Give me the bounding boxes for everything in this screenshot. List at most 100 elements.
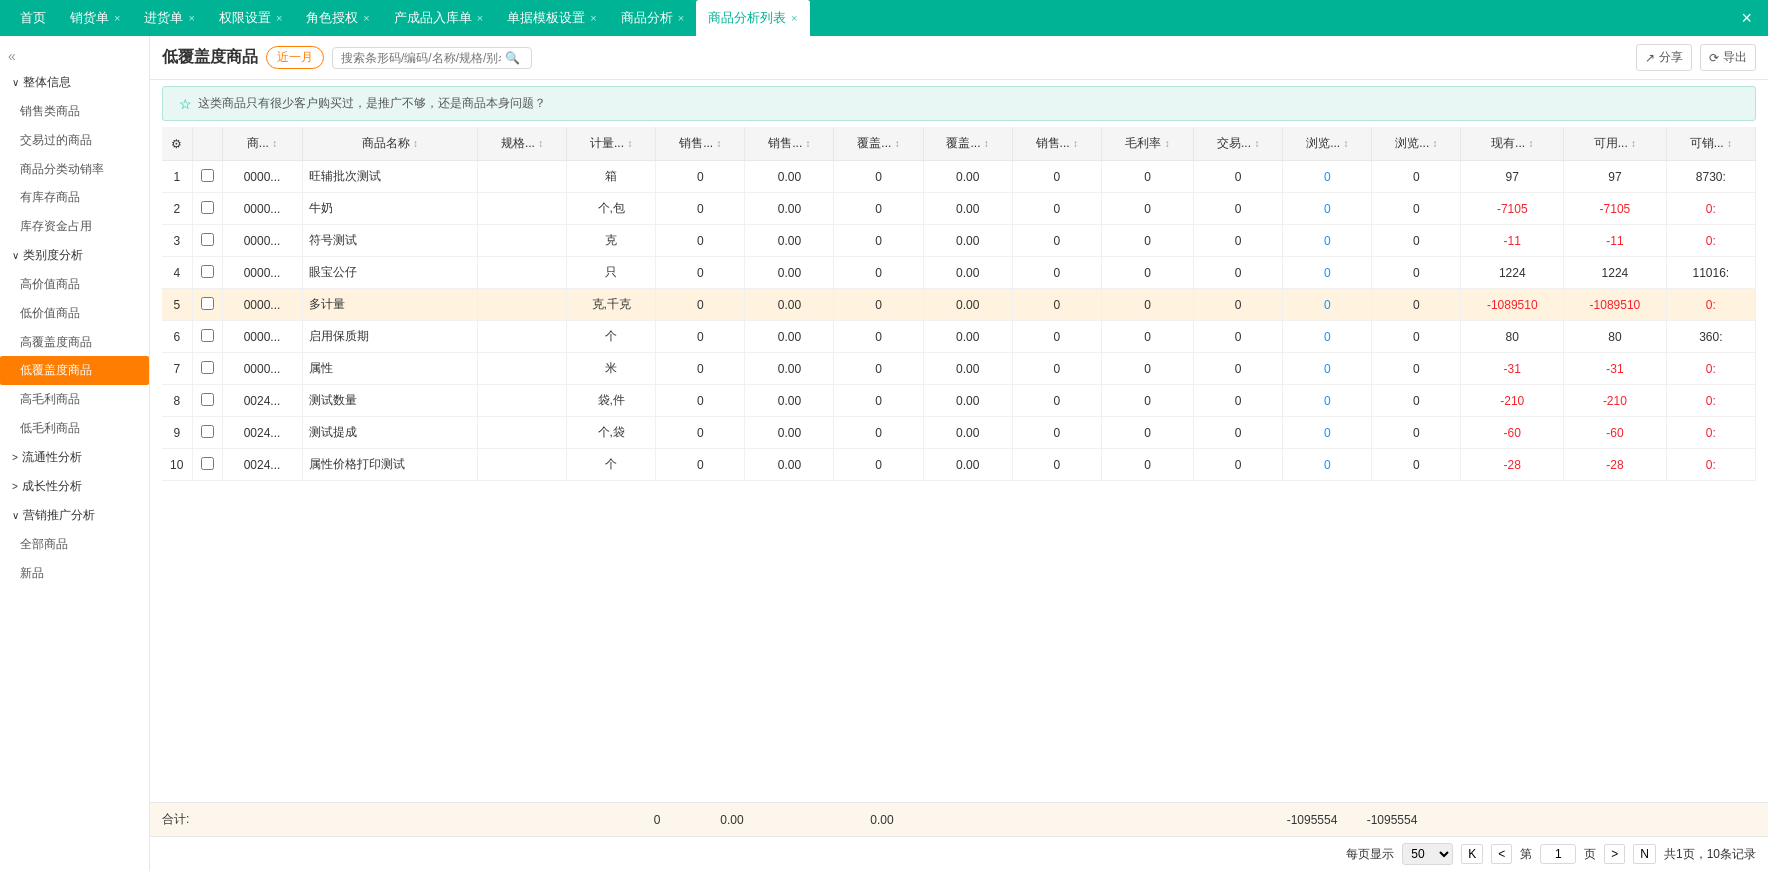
- row-num: 4: [162, 257, 192, 289]
- per-page-select[interactable]: 50 20 100 200: [1402, 843, 1453, 865]
- total-label: 合计:: [162, 811, 222, 828]
- close-icon[interactable]: ×: [791, 12, 797, 24]
- row-browse1[interactable]: 0: [1283, 161, 1372, 193]
- row-browse1[interactable]: 0: [1283, 449, 1372, 481]
- sidebar-item-low-coverage[interactable]: 低覆盖度商品: [0, 356, 149, 385]
- row-browse1[interactable]: 0: [1283, 289, 1372, 321]
- chevron-right-icon: >: [12, 452, 18, 463]
- nav-sales[interactable]: 销货单 ×: [58, 0, 132, 36]
- row-browse1[interactable]: 0: [1283, 225, 1372, 257]
- col-browse1[interactable]: 浏览... ↕: [1283, 127, 1372, 161]
- sidebar-item-traded-goods[interactable]: 交易过的商品: [0, 126, 149, 155]
- last-page-btn[interactable]: N: [1633, 844, 1656, 864]
- sidebar-section-category[interactable]: ∨ 类别度分析: [0, 241, 149, 270]
- nav-analysis-list[interactable]: 商品分析列表 ×: [696, 0, 809, 36]
- col-current[interactable]: 现有... ↕: [1461, 127, 1564, 161]
- nav-product-inbound[interactable]: 产成品入库单 ×: [382, 0, 495, 36]
- share-button[interactable]: ↗ 分享: [1636, 44, 1692, 71]
- row-trade: 0: [1194, 193, 1283, 225]
- sidebar-item-category-rate[interactable]: 商品分类动销率: [0, 155, 149, 184]
- col-sales3[interactable]: 销售... ↕: [1012, 127, 1101, 161]
- col-spec[interactable]: 规格... ↕: [478, 127, 567, 161]
- col-cover1[interactable]: 覆盖... ↕: [834, 127, 923, 161]
- row-checkbox[interactable]: [192, 289, 222, 321]
- row-browse1[interactable]: 0: [1283, 321, 1372, 353]
- row-checkbox[interactable]: [192, 353, 222, 385]
- close-icon[interactable]: ×: [114, 12, 120, 24]
- row-checkbox[interactable]: [192, 449, 222, 481]
- close-icon[interactable]: ×: [678, 12, 684, 24]
- sidebar-item-low-value[interactable]: 低价值商品: [0, 299, 149, 328]
- first-page-btn[interactable]: K: [1461, 844, 1483, 864]
- row-browse1[interactable]: 0: [1283, 193, 1372, 225]
- sidebar-collapse-btn[interactable]: «: [8, 48, 16, 64]
- row-browse1[interactable]: 0: [1283, 257, 1372, 289]
- next-page-btn[interactable]: >: [1604, 844, 1625, 864]
- sidebar-section-overall[interactable]: ∨ 整体信息: [0, 68, 149, 97]
- col-code[interactable]: 商... ↕: [222, 127, 302, 161]
- row-checkbox[interactable]: [192, 225, 222, 257]
- sidebar-item-high-margin[interactable]: 高毛利商品: [0, 385, 149, 414]
- main-layout: « ∨ 整体信息 销售类商品 交易过的商品 商品分类动销率 有库存商品 库存资金…: [0, 36, 1768, 871]
- row-saleable: 0:: [1666, 385, 1755, 417]
- sidebar-section-marketing[interactable]: ∨ 营销推广分析: [0, 501, 149, 530]
- row-sales2: 0.00: [745, 385, 834, 417]
- export-icon: ⟳: [1709, 51, 1719, 65]
- search-icon[interactable]: 🔍: [505, 51, 520, 65]
- sidebar-item-capital[interactable]: 库存资金占用: [0, 212, 149, 241]
- nav-role[interactable]: 角色授权 ×: [294, 0, 381, 36]
- col-name[interactable]: 商品名称 ↕: [302, 127, 478, 161]
- row-gross-rate: 0: [1101, 417, 1193, 449]
- row-checkbox[interactable]: [192, 417, 222, 449]
- page-number-input[interactable]: [1540, 844, 1576, 864]
- close-icon[interactable]: ×: [276, 12, 282, 24]
- col-trade[interactable]: 交易... ↕: [1194, 127, 1283, 161]
- sidebar-item-high-value[interactable]: 高价值商品: [0, 270, 149, 299]
- row-browse1[interactable]: 0: [1283, 417, 1372, 449]
- col-unit[interactable]: 计量... ↕: [567, 127, 656, 161]
- row-saleable: 0:: [1666, 193, 1755, 225]
- row-code: 0000...: [222, 289, 302, 321]
- col-cover2[interactable]: 覆盖... ↕: [923, 127, 1012, 161]
- row-browse1[interactable]: 0: [1283, 353, 1372, 385]
- row-checkbox[interactable]: [192, 321, 222, 353]
- col-browse2[interactable]: 浏览... ↕: [1372, 127, 1461, 161]
- col-saleable[interactable]: 可销... ↕: [1666, 127, 1755, 161]
- sidebar-item-high-coverage[interactable]: 高覆盖度商品: [0, 328, 149, 357]
- sidebar-item-all-goods[interactable]: 全部商品: [0, 530, 149, 559]
- row-cover2: 0.00: [923, 353, 1012, 385]
- col-available[interactable]: 可用... ↕: [1564, 127, 1667, 161]
- close-icon[interactable]: ×: [477, 12, 483, 24]
- sidebar-item-low-margin[interactable]: 低毛利商品: [0, 414, 149, 443]
- row-checkbox[interactable]: [192, 385, 222, 417]
- close-icon[interactable]: ×: [590, 12, 596, 24]
- row-code: 0000...: [222, 257, 302, 289]
- row-checkbox[interactable]: [192, 257, 222, 289]
- nav-analysis[interactable]: 商品分析 ×: [609, 0, 696, 36]
- close-icon[interactable]: ×: [363, 12, 369, 24]
- filter-button[interactable]: 近一月: [266, 46, 324, 69]
- nav-home[interactable]: 首页: [8, 0, 58, 36]
- row-browse1[interactable]: 0: [1283, 385, 1372, 417]
- row-current: 1224: [1461, 257, 1564, 289]
- sidebar-section-flow[interactable]: > 流通性分析: [0, 443, 149, 472]
- row-checkbox[interactable]: [192, 193, 222, 225]
- sidebar-item-new-goods[interactable]: 新品: [0, 559, 149, 588]
- window-close-button[interactable]: ×: [1733, 8, 1760, 29]
- export-button[interactable]: ⟳ 导出: [1700, 44, 1756, 71]
- col-sales2[interactable]: 销售... ↕: [745, 127, 834, 161]
- close-icon[interactable]: ×: [188, 12, 194, 24]
- search-input[interactable]: [341, 51, 501, 65]
- col-settings[interactable]: ⚙: [162, 127, 192, 161]
- row-sales1: 0: [656, 257, 745, 289]
- sidebar-item-sales-goods[interactable]: 销售类商品: [0, 97, 149, 126]
- nav-template[interactable]: 单据模板设置 ×: [495, 0, 608, 36]
- nav-purchase[interactable]: 进货单 ×: [132, 0, 206, 36]
- sidebar-section-growth[interactable]: > 成长性分析: [0, 472, 149, 501]
- row-checkbox[interactable]: [192, 161, 222, 193]
- prev-page-btn[interactable]: <: [1491, 844, 1512, 864]
- nav-permission[interactable]: 权限设置 ×: [207, 0, 294, 36]
- sidebar-item-stock-goods[interactable]: 有库存商品: [0, 183, 149, 212]
- col-sales1[interactable]: 销售... ↕: [656, 127, 745, 161]
- col-gross-rate[interactable]: 毛利率 ↕: [1101, 127, 1193, 161]
